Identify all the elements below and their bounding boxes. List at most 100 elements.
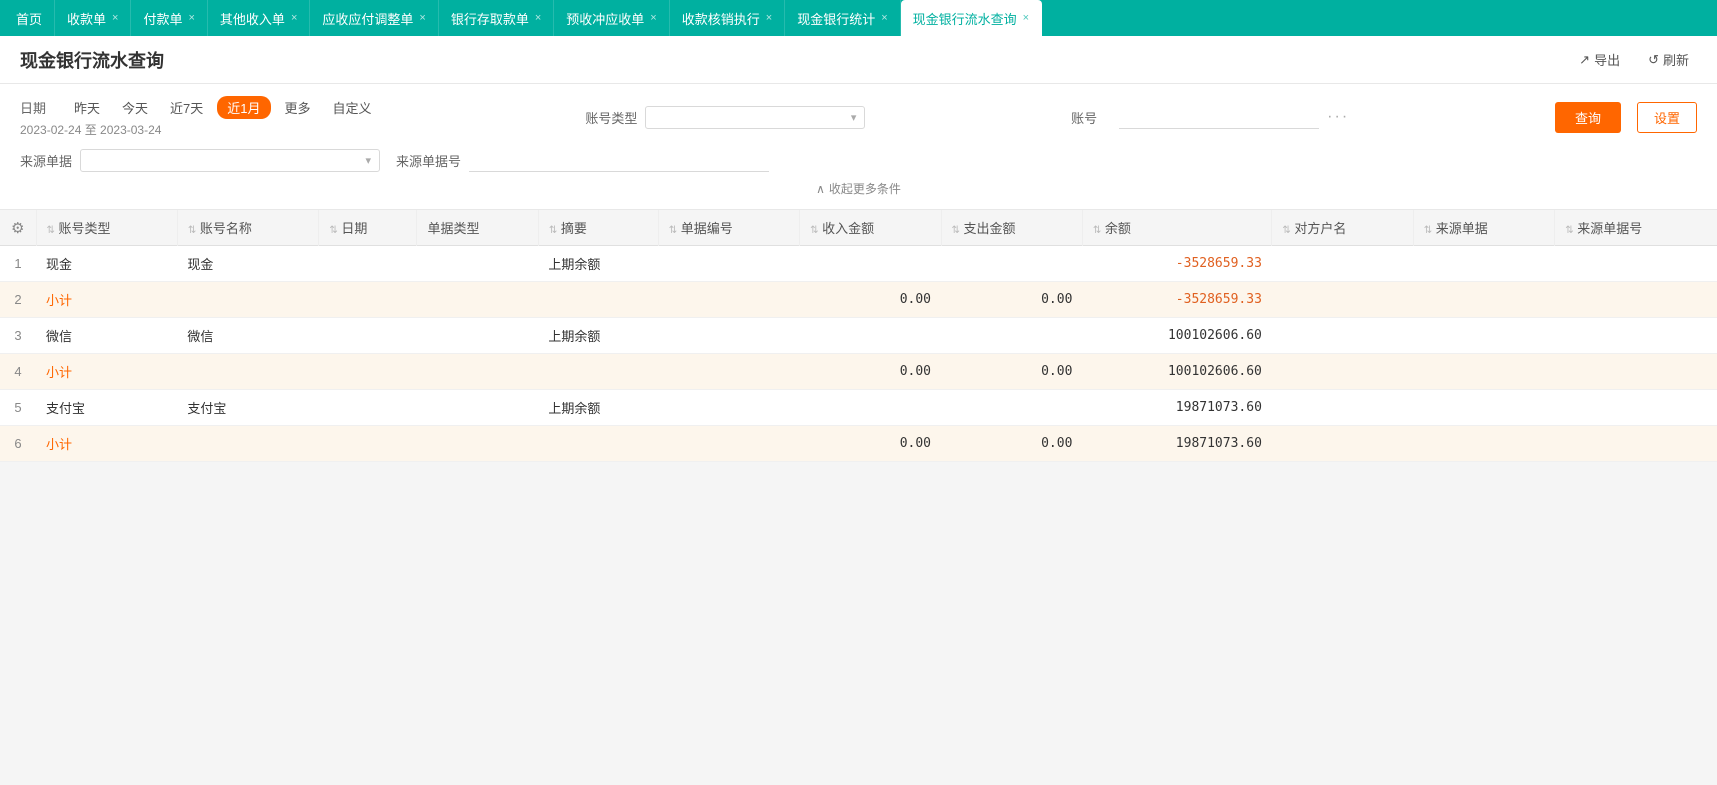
row-no: 3 bbox=[0, 318, 36, 354]
table-row: 1 现金 现金 上期余额 -3528659.33 bbox=[0, 246, 1717, 282]
sort-icon[interactable]: ⇅ bbox=[1565, 225, 1573, 236]
col-date: ⇅ 日期 bbox=[319, 210, 417, 246]
date-7days[interactable]: 近7天 bbox=[162, 96, 211, 119]
page-header: 现金银行流水查询 ↗ 导出 ↺ 刷新 bbox=[0, 36, 1717, 84]
col-counterpart: ⇅ 对方户名 bbox=[1272, 210, 1413, 246]
date-filter-section: 日期 昨天 今天 近7天 近1月 更多 自定义 2023-02-24 至 202… bbox=[20, 96, 380, 138]
query-button[interactable]: 查询 bbox=[1555, 102, 1621, 133]
row-balance: -3528659.33 bbox=[1082, 246, 1271, 282]
row-summary bbox=[538, 354, 658, 390]
date-yesterday[interactable]: 昨天 bbox=[66, 96, 108, 119]
row-summary bbox=[538, 282, 658, 318]
data-table: ⚙ ⇅ 账号类型 ⇅ 账号名称 ⇅ 日期 单据类型 ⇅ 摘要 bbox=[0, 210, 1717, 462]
row-account-name: 现金 bbox=[177, 246, 318, 282]
table-row: 2 小计 0.00 0.00 -3528659.33 bbox=[0, 282, 1717, 318]
close-icon[interactable]: × bbox=[291, 12, 297, 24]
row-source-doc bbox=[1413, 426, 1554, 462]
chevron-up-icon: ∧ bbox=[816, 182, 825, 196]
row-source-doc-no bbox=[1555, 354, 1717, 390]
sort-icon[interactable]: ⇅ bbox=[810, 225, 818, 236]
row-account-name: 支付宝 bbox=[177, 390, 318, 426]
gear-icon[interactable]: ⚙ bbox=[11, 220, 24, 237]
date-custom[interactable]: 自定义 bbox=[325, 96, 380, 119]
nav-ar-ap-adjust[interactable]: 应收应付调整单 × bbox=[310, 0, 438, 36]
row-balance: 19871073.60 bbox=[1082, 390, 1271, 426]
sort-icon[interactable]: ⇅ bbox=[669, 225, 677, 236]
close-icon[interactable]: × bbox=[188, 12, 194, 24]
row-counterpart bbox=[1272, 426, 1413, 462]
row-no: 2 bbox=[0, 282, 36, 318]
nav-cash-bank-stats[interactable]: 现金银行统计 × bbox=[785, 0, 900, 36]
filter-row-2: 来源单据 ▾ 来源单据号 bbox=[20, 148, 1697, 172]
row-account-type: 支付宝 bbox=[36, 390, 177, 426]
account-more-icon[interactable]: ··· bbox=[1327, 108, 1349, 126]
date-more[interactable]: 更多 bbox=[277, 96, 319, 119]
col-account-type: ⇅ 账号类型 bbox=[36, 210, 177, 246]
source-doc-no-input[interactable] bbox=[469, 148, 769, 172]
export-button[interactable]: ↗ 导出 bbox=[1571, 46, 1628, 73]
row-date bbox=[319, 354, 417, 390]
close-icon[interactable]: × bbox=[419, 12, 425, 24]
nav-home[interactable]: 首页 bbox=[4, 0, 55, 36]
date-1month[interactable]: 近1月 bbox=[217, 96, 270, 119]
page-title: 现金银行流水查询 bbox=[20, 47, 164, 73]
collapse-bar[interactable]: ∧ 收起更多条件 bbox=[20, 180, 1697, 197]
row-income bbox=[800, 318, 941, 354]
row-summary bbox=[538, 426, 658, 462]
chevron-down-icon: ▾ bbox=[365, 154, 371, 167]
account-input[interactable] bbox=[1119, 105, 1319, 129]
sort-icon[interactable]: ⇅ bbox=[952, 225, 960, 236]
nav-cash-bank-flow[interactable]: 现金银行流水查询 × bbox=[901, 0, 1042, 36]
account-type-filter: 账号类型 ▾ bbox=[585, 106, 865, 129]
row-counterpart bbox=[1272, 354, 1413, 390]
nav-other-income[interactable]: 其他收入单 × bbox=[208, 0, 310, 36]
col-doc-no: ⇅ 单据编号 bbox=[658, 210, 799, 246]
col-settings: ⚙ bbox=[0, 210, 36, 246]
row-source-doc-no bbox=[1555, 282, 1717, 318]
close-icon[interactable]: × bbox=[881, 12, 887, 24]
row-summary: 上期余额 bbox=[538, 390, 658, 426]
row-account-name bbox=[177, 282, 318, 318]
row-account-type: 现金 bbox=[36, 246, 177, 282]
row-account-type: 小计 bbox=[36, 282, 177, 318]
source-doc-label: 来源单据 bbox=[20, 151, 72, 170]
filter-row-1: 日期 昨天 今天 近7天 近1月 更多 自定义 2023-02-24 至 202… bbox=[20, 96, 1697, 138]
close-icon[interactable]: × bbox=[650, 12, 656, 24]
close-icon[interactable]: × bbox=[766, 12, 772, 24]
sort-icon[interactable]: ⇅ bbox=[188, 225, 196, 236]
settings-button[interactable]: 设置 bbox=[1637, 102, 1697, 133]
nav-collection-exec[interactable]: 收款核销执行 × bbox=[670, 0, 785, 36]
row-no: 4 bbox=[0, 354, 36, 390]
close-icon[interactable]: × bbox=[1023, 12, 1029, 24]
sort-icon[interactable]: ⇅ bbox=[549, 225, 557, 236]
row-date bbox=[319, 318, 417, 354]
row-doc-type bbox=[417, 426, 538, 462]
sort-icon[interactable]: ⇅ bbox=[47, 225, 55, 236]
row-source-doc-no bbox=[1555, 390, 1717, 426]
row-source-doc-no bbox=[1555, 246, 1717, 282]
date-today[interactable]: 今天 bbox=[114, 96, 156, 119]
row-income: 0.00 bbox=[800, 354, 941, 390]
row-income bbox=[800, 246, 941, 282]
row-counterpart bbox=[1272, 282, 1413, 318]
refresh-button[interactable]: ↺ 刷新 bbox=[1640, 46, 1697, 73]
close-icon[interactable]: × bbox=[535, 12, 541, 24]
close-icon[interactable]: × bbox=[112, 12, 118, 24]
sort-icon[interactable]: ⇅ bbox=[1282, 225, 1290, 236]
nav-receipt[interactable]: 收款单 × bbox=[55, 0, 131, 36]
nav-bank-deposit[interactable]: 银行存取款单 × bbox=[439, 0, 554, 36]
nav-advance-offset[interactable]: 预收冲应收单 × bbox=[554, 0, 669, 36]
table-row: 5 支付宝 支付宝 上期余额 19871073.60 bbox=[0, 390, 1717, 426]
account-type-select[interactable]: ▾ bbox=[645, 106, 865, 129]
row-source-doc-no bbox=[1555, 426, 1717, 462]
table-row: 3 微信 微信 上期余额 100102606.60 bbox=[0, 318, 1717, 354]
source-doc-select[interactable]: ▾ bbox=[80, 149, 380, 172]
sort-icon[interactable]: ⇅ bbox=[329, 225, 337, 236]
col-source-doc: ⇅ 来源单据 bbox=[1413, 210, 1554, 246]
row-doc-type bbox=[417, 246, 538, 282]
nav-payment[interactable]: 付款单 × bbox=[131, 0, 207, 36]
source-doc-no-label: 来源单据号 bbox=[396, 151, 461, 170]
sort-icon[interactable]: ⇅ bbox=[1093, 225, 1101, 236]
sort-icon[interactable]: ⇅ bbox=[1424, 225, 1432, 236]
row-doc-type bbox=[417, 282, 538, 318]
